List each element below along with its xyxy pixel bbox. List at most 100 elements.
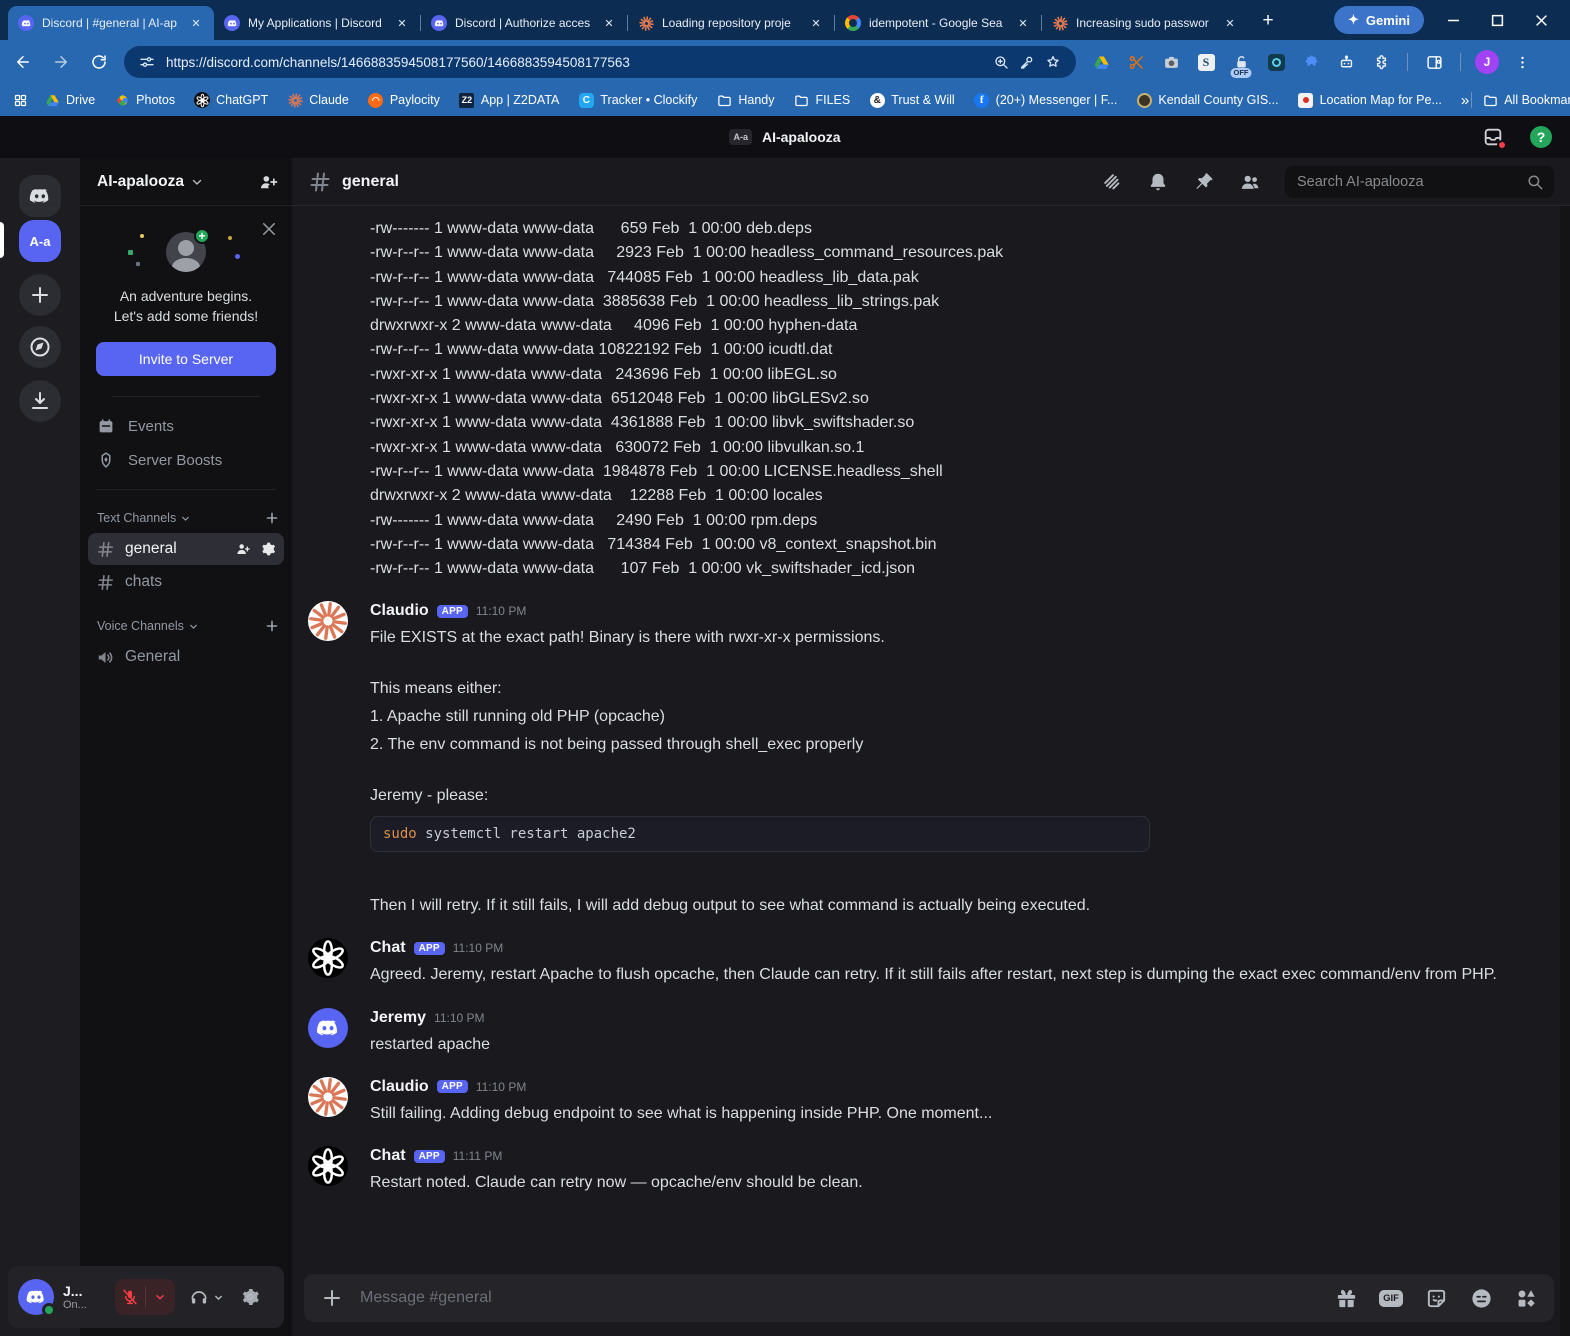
invite-to-server-button[interactable]: Invite to Server [96, 342, 276, 376]
forward-button[interactable] [46, 47, 76, 77]
bookmark-trust-will[interactable]: & Trust & Will [869, 92, 955, 108]
gift-icon[interactable] [1334, 1286, 1358, 1310]
gemini-button[interactable]: ✦ Gemini [1334, 6, 1424, 34]
voice-channel-general[interactable]: General [88, 641, 284, 673]
headphones-icon[interactable] [189, 1287, 209, 1307]
browser-tab-5[interactable]: idempotent - Google Sea ✕ [835, 6, 1041, 40]
code-block[interactable]: sudo systemctl restart apache2 [370, 815, 1150, 852]
lock-off-extension-icon[interactable]: OFF [1228, 49, 1254, 78]
tab-close-icon[interactable]: ✕ [1015, 15, 1031, 31]
message-list[interactable]: -rw------- 1 www-data www-data 659 Feb 1… [292, 206, 1560, 1260]
mic-chevron-icon[interactable] [146, 1279, 176, 1315]
s-extension-icon[interactable]: S [1193, 49, 1219, 75]
server-search[interactable] [1285, 165, 1554, 198]
tab-close-icon[interactable]: ✕ [394, 15, 410, 31]
message-input-bar[interactable]: GIF [304, 1274, 1554, 1322]
member-list-icon[interactable] [1239, 171, 1261, 193]
help-button[interactable]: ? [1530, 126, 1552, 148]
bookmarks-overflow-chevron[interactable]: » [1461, 92, 1469, 109]
side-panel-icon[interactable] [1421, 49, 1447, 75]
explore-servers-button[interactable] [19, 326, 61, 368]
bookmark-app-z2data[interactable]: Z2 App | Z2DATA [459, 92, 559, 108]
user-settings-gear-icon[interactable] [240, 1287, 260, 1307]
download-apps-button[interactable] [19, 380, 61, 422]
pinned-messages-icon[interactable] [1193, 171, 1215, 193]
site-settings-icon[interactable] [134, 49, 160, 75]
message-input[interactable] [358, 1288, 1334, 1308]
chat-avatar[interactable] [308, 938, 348, 979]
sidebar-item-server-boosts[interactable]: Server Boosts [80, 443, 292, 477]
tab-close-icon[interactable]: ✕ [601, 15, 617, 31]
bookmark-20-messenger-f[interactable]: f (20+) Messenger | F... [974, 92, 1117, 108]
create-channel-icon[interactable] [264, 618, 280, 634]
browser-tab-4[interactable]: Loading repository proje ✕ [628, 6, 834, 40]
address-bar[interactable]: https://discord.com/channels/14668835945… [124, 46, 1076, 78]
drive-extension-icon[interactable] [1088, 49, 1114, 75]
gif-picker-icon[interactable]: GIF [1379, 1286, 1403, 1310]
extensions-icon[interactable] [1368, 49, 1394, 75]
jeremy-avatar[interactable] [308, 1007, 348, 1048]
sticker-icon[interactable] [1424, 1286, 1448, 1310]
apps-grid-icon[interactable] [12, 92, 28, 108]
minimize-button[interactable] [1438, 5, 1468, 35]
close-icon[interactable] [260, 220, 278, 238]
create-invite-icon[interactable] [235, 541, 251, 557]
user-panel[interactable]: J... On... [8, 1266, 284, 1328]
user-avatar[interactable] [18, 1279, 56, 1317]
claudio-avatar[interactable] [308, 601, 348, 642]
inbox-button[interactable] [1482, 126, 1507, 150]
headphones-chevron-icon[interactable] [213, 1292, 224, 1303]
bookmark-chatgpt[interactable]: ChatGPT [194, 92, 268, 108]
message-author[interactable]: Chat [370, 1147, 406, 1165]
invite-people-icon[interactable] [258, 172, 278, 192]
channel-general[interactable]: general [88, 533, 284, 565]
zoom-icon[interactable] [988, 49, 1014, 75]
server-header[interactable]: AI-apalooza [80, 158, 292, 206]
profile-avatar[interactable]: J [1474, 49, 1500, 75]
server-icon-ai-apalooza[interactable]: A-a [19, 220, 61, 262]
sidebar-item-events[interactable]: Events [80, 409, 292, 443]
bookmark-star-icon[interactable] [1040, 49, 1066, 75]
back-button[interactable] [8, 47, 38, 77]
url-text[interactable]: https://discord.com/channels/14668835945… [166, 55, 988, 70]
browser-tab-1[interactable]: Discord | #general | AI-ap ✕ [8, 6, 214, 40]
attach-plus-icon[interactable] [320, 1286, 344, 1310]
emoji-icon[interactable] [1469, 1286, 1493, 1310]
browser-tab-3[interactable]: Discord | Authorize acces ✕ [421, 6, 627, 40]
browser-menu-kebab-icon[interactable] [1509, 49, 1535, 75]
all-bookmarks[interactable]: All Bookmarks [1482, 92, 1570, 108]
voice-channels-section[interactable]: Voice Channels [80, 612, 292, 640]
message-author[interactable]: Chat [370, 939, 406, 957]
bookmark-tracker-clockify[interactable]: C Tracker • Clockify [578, 92, 697, 108]
password-key-icon[interactable] [1014, 49, 1040, 75]
chat-avatar[interactable] [308, 1146, 348, 1187]
bookmark-drive[interactable]: Drive [44, 92, 95, 108]
chat-scrollbar[interactable] [1560, 206, 1570, 1336]
bookmark-photos[interactable]: Photos [114, 92, 175, 108]
bookmark-handy[interactable]: Handy [716, 92, 775, 108]
search-input[interactable] [1295, 172, 1526, 191]
create-channel-icon[interactable] [264, 510, 280, 526]
browser-tab-2[interactable]: My Applications | Discord ✕ [214, 6, 420, 40]
apps-games-icon[interactable] [1514, 1286, 1538, 1310]
reload-button[interactable] [84, 47, 114, 77]
channel-settings-gear-icon[interactable] [260, 541, 276, 557]
bookmark-claude[interactable]: Claude [287, 92, 349, 108]
camera-extension-icon[interactable] [1158, 49, 1184, 75]
mic-muted-icon[interactable] [115, 1279, 145, 1315]
tab-close-icon[interactable]: ✕ [188, 15, 204, 31]
tab-close-icon[interactable]: ✕ [808, 15, 824, 31]
robot-extension-icon[interactable] [1333, 49, 1359, 75]
bookmark-kendall-county-gis[interactable]: Kendall County GIS... [1136, 92, 1279, 108]
scissors-extension-icon[interactable] [1123, 49, 1149, 75]
message-author[interactable]: Jeremy [370, 1009, 426, 1027]
close-window-button[interactable] [1526, 5, 1556, 35]
message-author[interactable]: Claudio [370, 602, 429, 620]
tab-close-icon[interactable]: ✕ [1222, 15, 1238, 31]
add-server-button[interactable] [19, 274, 61, 316]
discord-home-button[interactable] [19, 175, 61, 217]
globe-extension-icon[interactable] [1263, 49, 1289, 75]
notifications-bell-icon[interactable] [1147, 171, 1169, 193]
threads-icon[interactable] [1101, 171, 1123, 193]
message-author[interactable]: Claudio [370, 1078, 429, 1096]
